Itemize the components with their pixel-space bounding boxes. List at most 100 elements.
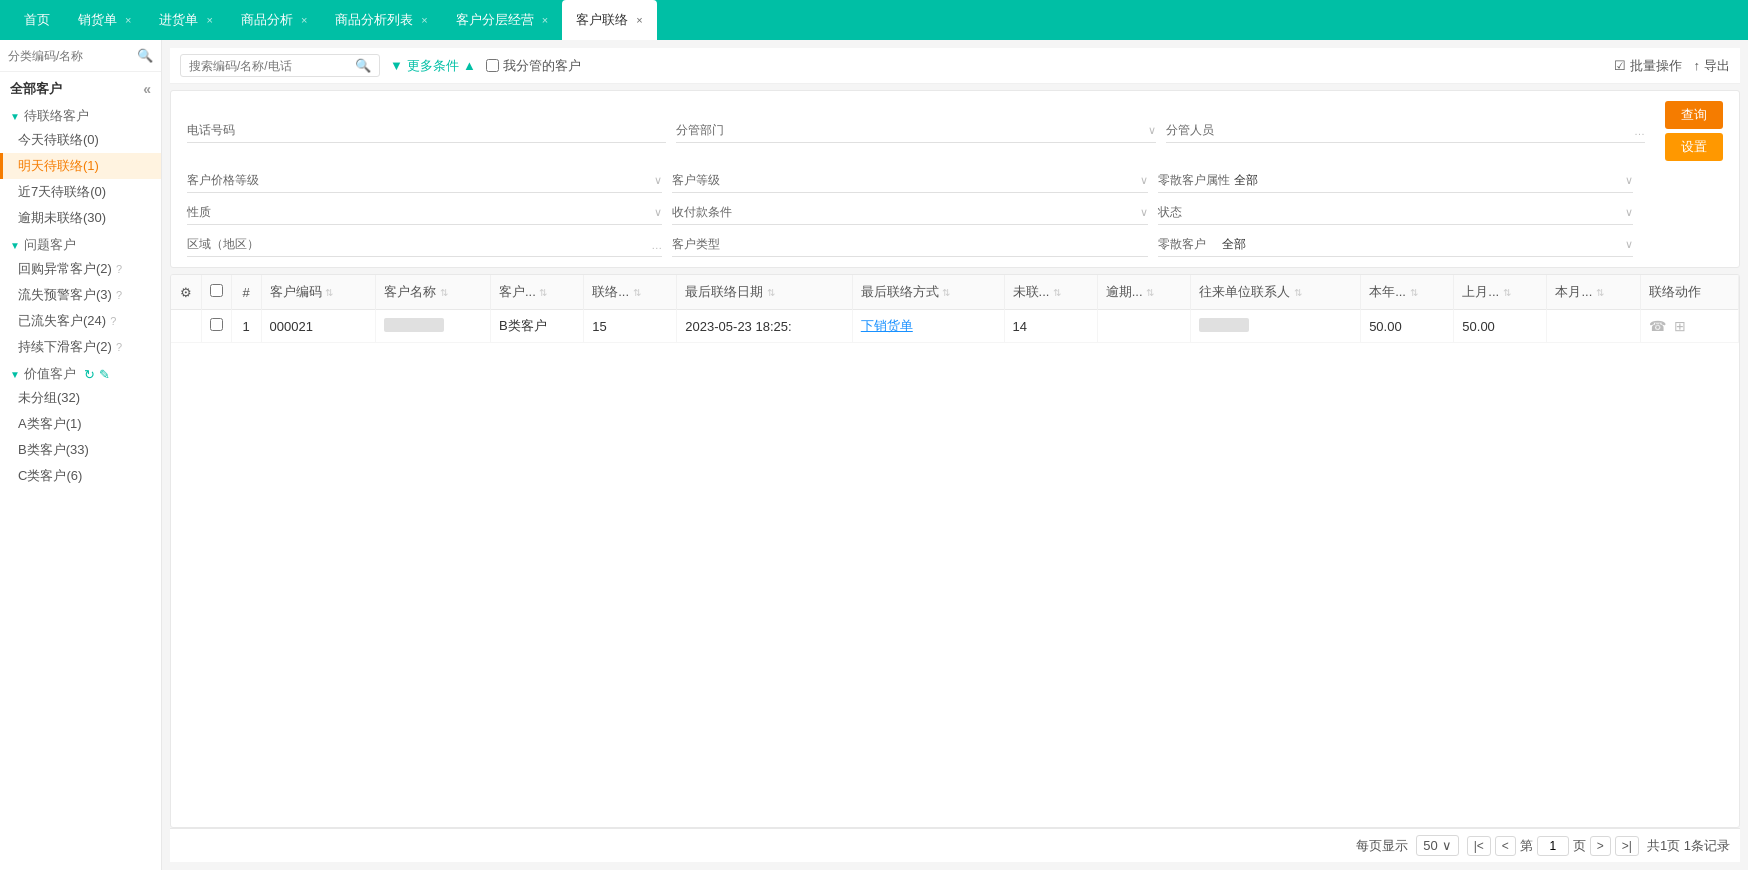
table-footer: 每页显示 50 ∨ |< < 第 页 > >| 共1页 1条记录 [170, 828, 1740, 862]
nav-sales-order[interactable]: 销货单 × [64, 0, 145, 40]
overdue-sort-icon[interactable]: ⇅ [1146, 287, 1154, 298]
sidebar-item-today-pending[interactable]: 今天待联络(0) [0, 127, 161, 153]
my-customers-checkbox[interactable] [486, 59, 499, 72]
last-month-sort-icon[interactable]: ⇅ [1503, 287, 1511, 298]
sidebar-item-class-c[interactable]: C类客户(6) [0, 463, 161, 489]
nav-product-analysis-list[interactable]: 商品分析列表 × [321, 0, 441, 40]
code-sort-icon[interactable]: ⇅ [325, 287, 333, 298]
close-purchase-order-icon[interactable]: × [206, 14, 212, 26]
nav-home[interactable]: 首页 [10, 0, 64, 40]
set-button[interactable]: 设置 [1665, 133, 1723, 161]
payment-dropdown-icon[interactable]: ∨ [1140, 206, 1148, 219]
page-input[interactable] [1537, 836, 1569, 856]
sidebar-item-churned[interactable]: 已流失客户(24) ? [0, 308, 161, 334]
status-dropdown-icon[interactable]: ∨ [1625, 206, 1633, 219]
this-year-sort-icon[interactable]: ⇅ [1410, 287, 1418, 298]
company-contact-sort-icon[interactable]: ⇅ [1294, 287, 1302, 298]
last-page-btn[interactable]: >| [1615, 836, 1639, 856]
filter-field-nature: 性质 ∨ [187, 201, 662, 225]
row-last-month: 50.00 [1454, 310, 1547, 343]
not-contacted-sort-icon[interactable]: ⇅ [1053, 287, 1061, 298]
all-customers-header: 全部客户 « [0, 72, 161, 102]
select-all-checkbox[interactable] [210, 284, 223, 297]
close-customer-segmentation-icon[interactable]: × [542, 14, 548, 26]
page-size-dropdown-icon[interactable]: ∨ [1442, 838, 1452, 853]
filter-field-price-level: 客户价格等级 ∨ [187, 169, 662, 193]
person-more-icon[interactable]: … [1634, 125, 1645, 137]
main-search-input[interactable] [189, 59, 351, 73]
nav-product-analysis[interactable]: 商品分析 × [227, 0, 321, 40]
sidebar-item-7days-pending[interactable]: 近7天待联络(0) [0, 179, 161, 205]
nav-purchase-order[interactable]: 进货单 × [145, 0, 226, 40]
last-type-sort-icon[interactable]: ⇅ [942, 287, 950, 298]
retail-dropdown-icon[interactable]: ∨ [1625, 238, 1633, 251]
sidebar-item-class-a[interactable]: A类客户(1) [0, 411, 161, 437]
nav-customer-contact[interactable]: 客户联络 × [562, 0, 656, 40]
help-icon-1: ? [116, 263, 122, 275]
help-icon-3: ? [110, 315, 116, 327]
row-company-contact [1190, 310, 1360, 343]
sidebar-item-overdue-pending[interactable]: 逾期未联络(30) [0, 205, 161, 231]
this-month-sort-icon[interactable]: ⇅ [1596, 287, 1604, 298]
row-overdue [1097, 310, 1190, 343]
row-last-date: 2023-05-23 18:25: [677, 310, 852, 343]
batch-op-btn[interactable]: ☑ 批量操作 [1614, 57, 1682, 75]
page-size-value: 50 [1423, 838, 1437, 853]
num-column-header: # [231, 275, 261, 310]
refresh-icon[interactable]: ↻ [84, 367, 95, 382]
close-product-analysis-list-icon[interactable]: × [421, 14, 427, 26]
close-sales-order-icon[interactable]: × [125, 14, 131, 26]
filter-field-person: 分管人员 … [1166, 119, 1645, 143]
sidebar-item-ungrouped[interactable]: 未分组(32) [0, 385, 161, 411]
row-not-contacted: 14 [1004, 310, 1097, 343]
name-sort-icon[interactable]: ⇅ [440, 287, 448, 298]
grid-action-icon[interactable]: ⊞ [1674, 318, 1686, 334]
next-page-btn[interactable]: > [1590, 836, 1611, 856]
export-btn[interactable]: ↑ 导出 [1694, 57, 1731, 75]
price-level-dropdown-icon[interactable]: ∨ [654, 174, 662, 187]
phone-action-icon[interactable]: ☎ [1649, 318, 1666, 334]
level-sort-icon[interactable]: ⇅ [539, 287, 547, 298]
advanced-filter-panel: 电话号码 分管部门 ∨ 分管人员 … 查询 设置 [170, 90, 1740, 268]
gear-column-header[interactable]: ⚙ [171, 275, 201, 310]
last-date-sort-icon[interactable]: ⇅ [767, 287, 775, 298]
nav-customer-segmentation[interactable]: 客户分层经营 × [442, 0, 562, 40]
name-column-header: 客户名称 ⇅ [376, 275, 491, 310]
region-more-icon[interactable]: … [651, 239, 662, 251]
query-button[interactable]: 查询 [1665, 101, 1723, 129]
dept-dropdown-icon[interactable]: ∨ [1148, 124, 1156, 137]
row-name[interactable] [376, 310, 491, 343]
first-page-btn[interactable]: |< [1467, 836, 1491, 856]
sidebar-item-tomorrow-pending[interactable]: 明天待联络(1) [0, 153, 161, 179]
sidebar-search-input[interactable] [8, 49, 133, 63]
adv-filter-row-2: 客户价格等级 ∨ 客户等级 ∨ 零散客户属性 全部 ∨ [187, 169, 1723, 193]
customer-level-dropdown-icon[interactable]: ∨ [1140, 174, 1148, 187]
close-product-analysis-icon[interactable]: × [301, 14, 307, 26]
row-last-type[interactable]: 下销货单 [852, 310, 1004, 343]
sidebar-collapse-icon[interactable]: « [143, 81, 151, 97]
page-size-select[interactable]: 50 ∨ [1416, 835, 1458, 856]
row-gear [171, 310, 201, 343]
sidebar-search-icon[interactable]: 🔍 [137, 48, 153, 63]
more-conditions-btn[interactable]: ▼ 更多条件 ▲ [390, 57, 476, 75]
nature-dropdown-icon[interactable]: ∨ [654, 206, 662, 219]
sidebar-item-churn-warning[interactable]: 流失预警客户(3) ? [0, 282, 161, 308]
my-customers-checkbox-container[interactable]: 我分管的客户 [486, 57, 581, 75]
prev-page-btn[interactable]: < [1495, 836, 1516, 856]
overdue-column-header: 逾期... ⇅ [1097, 275, 1190, 310]
edit-value-icon[interactable]: ✎ [99, 367, 110, 382]
sidebar-item-declining[interactable]: 持续下滑客户(2) ? [0, 334, 161, 360]
contacts-sort-icon[interactable]: ⇅ [633, 287, 641, 298]
row-checkbox[interactable] [210, 318, 223, 331]
retail-attr-dropdown-icon[interactable]: ∨ [1625, 174, 1633, 187]
adv-filter-row-4: 区域（地区） … 客户类型 零散客户 全部 ∨ [187, 233, 1723, 257]
filter-field-retail: 零散客户 全部 ∨ [1158, 233, 1633, 257]
main-search-icon[interactable]: 🔍 [355, 58, 371, 73]
adv-filter-row-3: 性质 ∨ 收付款条件 ∨ 状态 ∨ [187, 201, 1723, 225]
row-code: 000021 [261, 310, 376, 343]
filter-icon: ▼ [390, 58, 403, 73]
close-customer-contact-icon[interactable]: × [636, 14, 642, 26]
filter-field-dept: 分管部门 ∨ [676, 119, 1155, 143]
sidebar-item-class-b[interactable]: B类客户(33) [0, 437, 161, 463]
sidebar-item-repurchase-anomaly[interactable]: 回购异常客户(2) ? [0, 256, 161, 282]
